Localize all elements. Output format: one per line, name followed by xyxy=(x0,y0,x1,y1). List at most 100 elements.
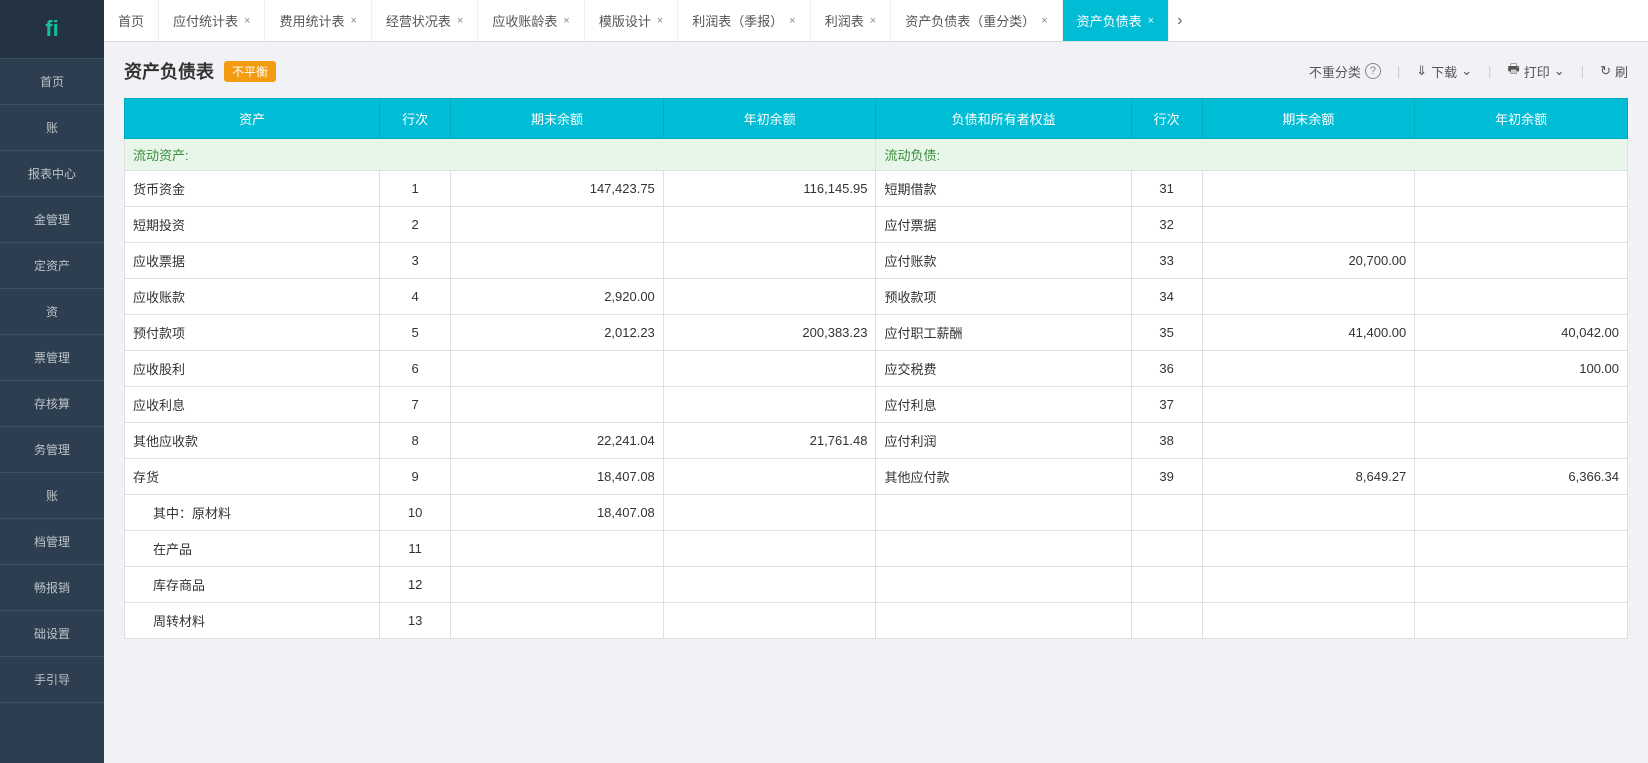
sidebar-item-account[interactable]: 账 xyxy=(0,105,104,151)
sidebar-item-fixed-assets[interactable]: 定资产 xyxy=(0,243,104,289)
sidebar-item-expense[interactable]: 畅报销 xyxy=(0,565,104,611)
tab-balance-reclassified-close[interactable]: × xyxy=(1041,15,1047,27)
page-title: 资产负债表 xyxy=(124,58,214,84)
print-chevron: ⌄ xyxy=(1554,63,1565,79)
asset-row-num: 5 xyxy=(380,315,451,351)
sidebar-item-ledger[interactable]: 账 xyxy=(0,473,104,519)
liability-name: 其他应付款 xyxy=(876,459,1131,495)
sidebar-item-report-center[interactable]: 报表中心 xyxy=(0,151,104,197)
asset-end-balance xyxy=(451,351,664,387)
liability-end-balance xyxy=(1202,387,1415,423)
table-row: 其他应收款 8 22,241.04 21,761.48 应付利润 38 xyxy=(125,423,1628,459)
tab-scroll-right[interactable]: › xyxy=(1169,12,1190,30)
tab-operations-close[interactable]: × xyxy=(457,15,463,27)
asset-year-start xyxy=(663,207,876,243)
tab-income-stmt[interactable]: 利润表 × xyxy=(811,0,891,41)
asset-row-num: 13 xyxy=(380,603,451,639)
asset-end-balance: 2,920.00 xyxy=(451,279,664,315)
asset-year-start: 116,145.95 xyxy=(663,171,876,207)
asset-row-num: 7 xyxy=(380,387,451,423)
liability-row-num: 38 xyxy=(1131,423,1202,459)
no-reclassify-btn[interactable]: 不重分类 ? xyxy=(1309,62,1381,81)
liability-year-start: 6,366.34 xyxy=(1415,459,1628,495)
liability-year-start xyxy=(1415,495,1628,531)
tab-balance-reclassified[interactable]: 资产负债表（重分类） × xyxy=(891,0,1062,41)
liability-name xyxy=(876,495,1131,531)
asset-name: 预付款项 xyxy=(125,315,380,351)
sidebar: fi 首页 账 报表中心 金管理 定资产 资 票管理 存核算 务管理 账 档管理… xyxy=(0,0,104,763)
th-end-balance: 期末余额 xyxy=(451,99,664,139)
liability-year-start xyxy=(1415,279,1628,315)
balance-sheet-table: 资产 行次 期末余额 年初余额 负债和所有者权益 行次 期末余额 年初余额 流动… xyxy=(124,98,1628,639)
sidebar-item-fund-mgmt[interactable]: 金管理 xyxy=(0,197,104,243)
liability-year-start xyxy=(1415,603,1628,639)
tab-balance-sheet-label: 资产负债表 xyxy=(1077,11,1142,30)
asset-name: 存货 xyxy=(125,459,380,495)
page-content: 资产负债表 不平衡 不重分类 ? | ⇓ 下载 ⌄ | 🖶 打印 ⌄ xyxy=(104,42,1648,763)
main-content: 首页 应付统计表 × 费用统计表 × 经营状况表 × 应收账龄表 × 模版设计 … xyxy=(104,0,1648,763)
help-icon[interactable]: ? xyxy=(1365,63,1381,79)
sidebar-item-home[interactable]: 首页 xyxy=(0,59,104,105)
separator2: | xyxy=(1488,64,1491,79)
liability-end-balance xyxy=(1202,423,1415,459)
tab-income-stmt-close[interactable]: × xyxy=(870,15,876,27)
table-row: 其中：原材料 10 18,407.08 xyxy=(125,495,1628,531)
tab-expense-stats-close[interactable]: × xyxy=(350,15,356,27)
liability-year-start: 40,042.00 xyxy=(1415,315,1628,351)
asset-year-start xyxy=(663,243,876,279)
tab-payable-stats-close[interactable]: × xyxy=(244,15,250,27)
sidebar-item-guide[interactable]: 手引导 xyxy=(0,657,104,703)
tab-expense-stats[interactable]: 费用统计表 × xyxy=(265,0,371,41)
liability-row-num: 34 xyxy=(1131,279,1202,315)
tab-template-design-close[interactable]: × xyxy=(657,15,663,27)
asset-row-num: 1 xyxy=(380,171,451,207)
asset-year-start xyxy=(663,387,876,423)
liability-row-num: 33 xyxy=(1131,243,1202,279)
asset-end-balance: 147,423.75 xyxy=(451,171,664,207)
sidebar-item-tax-mgmt[interactable]: 务管理 xyxy=(0,427,104,473)
asset-name: 短期投资 xyxy=(125,207,380,243)
tab-income-quarterly[interactable]: 利润表（季报） × xyxy=(678,0,810,41)
print-btn[interactable]: 🖶 打印 ⌄ xyxy=(1507,60,1564,82)
asset-year-start: 200,383.23 xyxy=(663,315,876,351)
sidebar-item-inventory[interactable]: 存核算 xyxy=(0,381,104,427)
tab-operations[interactable]: 经营状况表 × xyxy=(372,0,478,41)
liability-end-balance xyxy=(1202,207,1415,243)
liability-end-balance xyxy=(1202,351,1415,387)
sidebar-item-invoice-mgmt[interactable]: 票管理 xyxy=(0,335,104,381)
liability-name: 应付票据 xyxy=(876,207,1131,243)
asset-year-start xyxy=(663,459,876,495)
liability-end-balance xyxy=(1202,279,1415,315)
page-title-area: 资产负债表 不平衡 xyxy=(124,58,276,84)
tab-balance-sheet-close[interactable]: × xyxy=(1148,15,1154,27)
download-btn[interactable]: ⇓ 下载 ⌄ xyxy=(1416,62,1472,81)
asset-end-balance xyxy=(451,603,664,639)
tab-home-label: 首页 xyxy=(118,11,144,30)
table-row: 在产品 11 xyxy=(125,531,1628,567)
liability-name xyxy=(876,603,1131,639)
liability-row-num: 35 xyxy=(1131,315,1202,351)
tab-income-quarterly-label: 利润表（季报） xyxy=(692,11,783,30)
tab-template-design[interactable]: 模版设计 × xyxy=(585,0,678,41)
liability-name: 应付职工薪酬 xyxy=(876,315,1131,351)
tab-ar-aging-close[interactable]: × xyxy=(563,15,569,27)
asset-row-num: 8 xyxy=(380,423,451,459)
tab-home[interactable]: 首页 xyxy=(104,0,159,41)
liability-end-balance xyxy=(1202,171,1415,207)
table-row: 应收利息 7 应付利息 37 xyxy=(125,387,1628,423)
asset-name: 周转材料 xyxy=(125,603,380,639)
sidebar-item-basic-settings[interactable]: 础设置 xyxy=(0,611,104,657)
liability-row-num: 39 xyxy=(1131,459,1202,495)
asset-name: 应收票据 xyxy=(125,243,380,279)
liability-end-balance xyxy=(1202,567,1415,603)
tab-balance-sheet[interactable]: 资产负债表 × xyxy=(1063,0,1169,41)
tab-payable-stats[interactable]: 应付统计表 × xyxy=(159,0,265,41)
sidebar-item-doc-mgmt[interactable]: 档管理 xyxy=(0,519,104,565)
asset-name: 应收利息 xyxy=(125,387,380,423)
refresh-btn[interactable]: ↻ 刷 xyxy=(1600,62,1628,81)
tab-income-quarterly-close[interactable]: × xyxy=(789,15,795,27)
tab-ar-aging[interactable]: 应收账龄表 × xyxy=(478,0,584,41)
separator3: | xyxy=(1581,64,1584,79)
sidebar-item-capital[interactable]: 资 xyxy=(0,289,104,335)
section-liability-label: 流动负债: xyxy=(876,139,1628,171)
